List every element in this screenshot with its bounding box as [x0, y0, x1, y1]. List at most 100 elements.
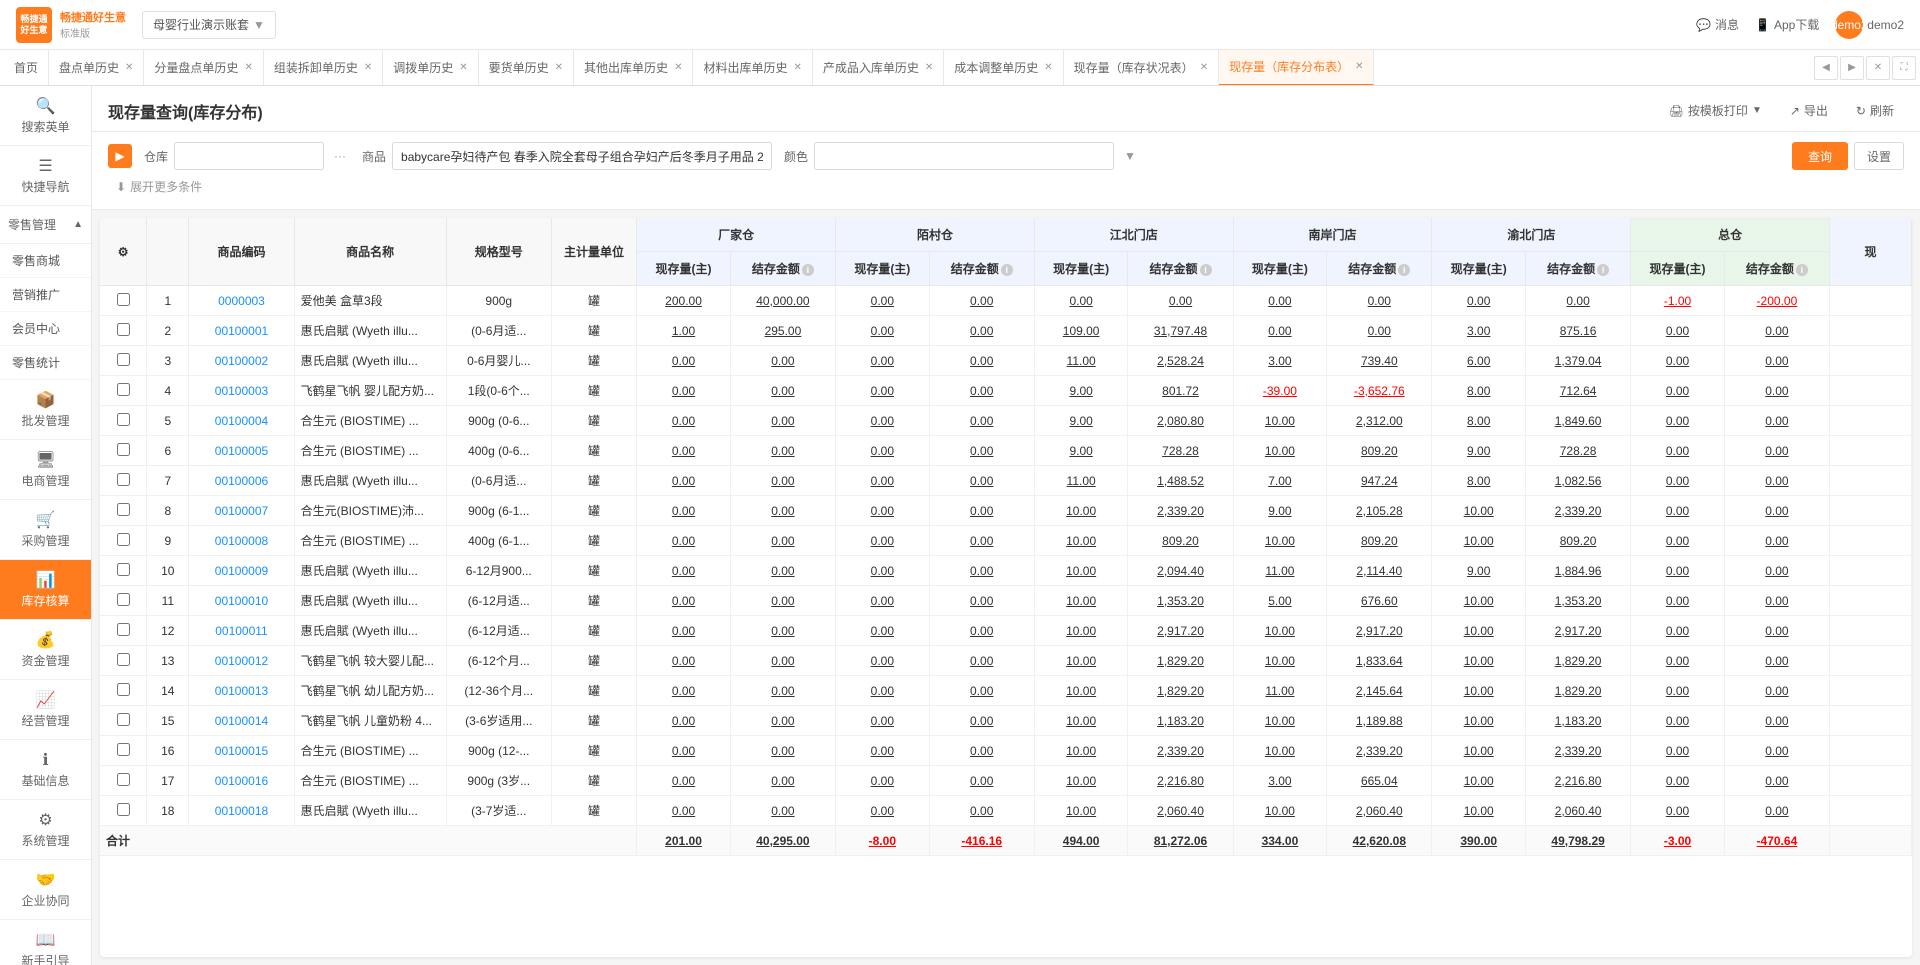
row-jb-amt[interactable]: 1,829.20 — [1128, 646, 1233, 676]
row-na-qty[interactable]: 10.00 — [1233, 616, 1327, 646]
row-total-qty[interactable]: -1.00 — [1631, 286, 1725, 316]
row-mocun-amt[interactable]: 0.00 — [929, 466, 1034, 496]
tab-next-btn[interactable]: ▶ — [1840, 56, 1864, 80]
tab-chengben[interactable]: 成本调整单历史 ✕ — [944, 50, 1063, 86]
row-factory-amt[interactable]: 0.00 — [730, 496, 835, 526]
row-total-amt[interactable]: 0.00 — [1724, 676, 1829, 706]
row-total-amt[interactable]: 0.00 — [1724, 556, 1829, 586]
row-jb-amt[interactable]: 31,797.48 — [1128, 316, 1233, 346]
row-factory-amt[interactable]: 0.00 — [730, 646, 835, 676]
row-total-amt[interactable]: 0.00 — [1724, 736, 1829, 766]
row-total-amt[interactable]: 0.00 — [1724, 346, 1829, 376]
row-yb-qty[interactable]: 10.00 — [1432, 646, 1526, 676]
row-na-amt[interactable]: 809.20 — [1327, 436, 1432, 466]
row-yb-qty[interactable]: 10.00 — [1432, 616, 1526, 646]
product-input[interactable] — [392, 142, 772, 170]
expand-conditions-btn[interactable]: ⬇ 展开更多条件 — [108, 174, 1904, 199]
row-jb-qty[interactable]: 10.00 — [1034, 556, 1128, 586]
row-mocun-qty[interactable]: 0.00 — [836, 586, 930, 616]
row-mocun-qty[interactable]: 0.00 — [836, 436, 930, 466]
tab-chanpin[interactable]: 产成品入库单历史 ✕ — [813, 50, 944, 86]
row-yb-amt[interactable]: 2,339.20 — [1525, 496, 1630, 526]
tab-close-icon[interactable]: ✕ — [1044, 62, 1052, 73]
row-na-amt[interactable]: 739.40 — [1327, 346, 1432, 376]
row-mocun-amt[interactable]: 0.00 — [929, 586, 1034, 616]
tab-prev-btn[interactable]: ◀ — [1814, 56, 1838, 80]
row-na-amt[interactable]: 665.04 — [1327, 766, 1432, 796]
row-jb-amt[interactable]: 2,080.80 — [1128, 406, 1233, 436]
row-jb-qty[interactable]: 11.00 — [1034, 466, 1128, 496]
row-na-amt[interactable]: 0.00 — [1327, 316, 1432, 346]
row-yb-qty[interactable]: 3.00 — [1432, 316, 1526, 346]
tab-kucun-zhuangkuang[interactable]: 现存量（库存状况表） ✕ — [1064, 50, 1219, 86]
tab-close-all-btn[interactable]: ✕ — [1866, 56, 1890, 80]
row-na-amt[interactable]: 2,312.00 — [1327, 406, 1432, 436]
row-factory-amt[interactable]: 0.00 — [730, 586, 835, 616]
row-yb-amt[interactable]: 1,379.04 — [1525, 346, 1630, 376]
row-na-qty[interactable]: 0.00 — [1233, 286, 1327, 316]
row-total-amt[interactable]: 0.00 — [1724, 496, 1829, 526]
row-total-amt[interactable]: 0.00 — [1724, 646, 1829, 676]
row-total-amt[interactable]: 0.00 — [1724, 586, 1829, 616]
tab-diaobo[interactable]: 调拨单历史 ✕ — [383, 50, 478, 86]
row-factory-amt[interactable]: 0.00 — [730, 406, 835, 436]
row-factory-amt[interactable]: 0.00 — [730, 616, 835, 646]
row-jb-amt[interactable]: 1,353.20 — [1128, 586, 1233, 616]
row-na-qty[interactable]: 3.00 — [1233, 346, 1327, 376]
row-jb-qty[interactable]: 10.00 — [1034, 736, 1128, 766]
row-mocun-qty[interactable]: 0.00 — [836, 286, 930, 316]
row-settings[interactable] — [100, 586, 147, 616]
row-mocun-qty[interactable]: 0.00 — [836, 496, 930, 526]
row-na-qty[interactable]: 11.00 — [1233, 676, 1327, 706]
sidebar-item-member[interactable]: 会员中心 — [0, 312, 91, 346]
row-total-amt[interactable]: -200.00 — [1724, 286, 1829, 316]
row-factory-qty[interactable]: 0.00 — [637, 406, 731, 436]
row-total-qty[interactable]: 0.00 — [1631, 346, 1725, 376]
row-factory-qty[interactable]: 0.00 — [637, 586, 731, 616]
tab-pandian[interactable]: 盘点单历史 ✕ — [49, 50, 144, 86]
tab-close-icon[interactable]: ✕ — [674, 62, 682, 73]
row-na-amt[interactable]: 809.20 — [1327, 526, 1432, 556]
tab-chuku[interactable]: 其他出库单历史 ✕ — [574, 50, 693, 86]
row-jb-amt[interactable]: 2,528.24 — [1128, 346, 1233, 376]
row-na-qty[interactable]: 3.00 — [1233, 766, 1327, 796]
row-jb-qty[interactable]: 10.00 — [1034, 706, 1128, 736]
row-factory-qty[interactable]: 0.00 — [637, 346, 731, 376]
footer-factory-amt[interactable]: 40,295.00 — [730, 826, 835, 856]
row-jb-qty[interactable]: 9.00 — [1034, 436, 1128, 466]
row-na-amt[interactable]: 2,060.40 — [1327, 796, 1432, 826]
row-factory-qty[interactable]: 0.00 — [637, 526, 731, 556]
row-na-qty[interactable]: 10.00 — [1233, 526, 1327, 556]
row-factory-amt[interactable]: 0.00 — [730, 526, 835, 556]
row-yb-qty[interactable]: 10.00 — [1432, 496, 1526, 526]
row-yb-amt[interactable]: 1,849.60 — [1525, 406, 1630, 436]
row-yb-amt[interactable]: 728.28 — [1525, 436, 1630, 466]
row-settings[interactable] — [100, 796, 147, 826]
row-na-qty[interactable]: 10.00 — [1233, 406, 1327, 436]
row-settings[interactable] — [100, 526, 147, 556]
sidebar-item-retail[interactable]: 零售管理 ▲ — [0, 206, 91, 244]
row-factory-qty[interactable]: 0.00 — [637, 706, 731, 736]
tab-kucun-fenbiao[interactable]: 现存量（库存分布表） ✕ — [1219, 50, 1374, 86]
row-mocun-amt[interactable]: 0.00 — [929, 706, 1034, 736]
row-total-qty[interactable]: 0.00 — [1631, 556, 1725, 586]
row-na-qty[interactable]: 5.00 — [1233, 586, 1327, 616]
row-yb-amt[interactable]: 1,353.20 — [1525, 586, 1630, 616]
row-yb-qty[interactable]: 9.00 — [1432, 556, 1526, 586]
row-jb-qty[interactable]: 9.00 — [1034, 376, 1128, 406]
row-total-amt[interactable]: 0.00 — [1724, 616, 1829, 646]
row-jb-qty[interactable]: 109.00 — [1034, 316, 1128, 346]
tab-close-icon[interactable]: ✕ — [1355, 61, 1363, 72]
row-jb-amt[interactable]: 728.28 — [1128, 436, 1233, 466]
factory-amt-info-icon[interactable]: i — [802, 264, 814, 276]
row-mocun-amt[interactable]: 0.00 — [929, 346, 1034, 376]
row-settings[interactable] — [100, 406, 147, 436]
row-na-amt[interactable]: 2,339.20 — [1327, 736, 1432, 766]
row-mocun-qty[interactable]: 0.00 — [836, 796, 930, 826]
row-mocun-amt[interactable]: 0.00 — [929, 436, 1034, 466]
row-yb-qty[interactable]: 10.00 — [1432, 766, 1526, 796]
footer-na-qty[interactable]: 334.00 — [1233, 826, 1327, 856]
row-factory-amt[interactable]: 0.00 — [730, 796, 835, 826]
tab-close-icon[interactable]: ✕ — [793, 62, 801, 73]
row-yb-qty[interactable]: 6.00 — [1432, 346, 1526, 376]
